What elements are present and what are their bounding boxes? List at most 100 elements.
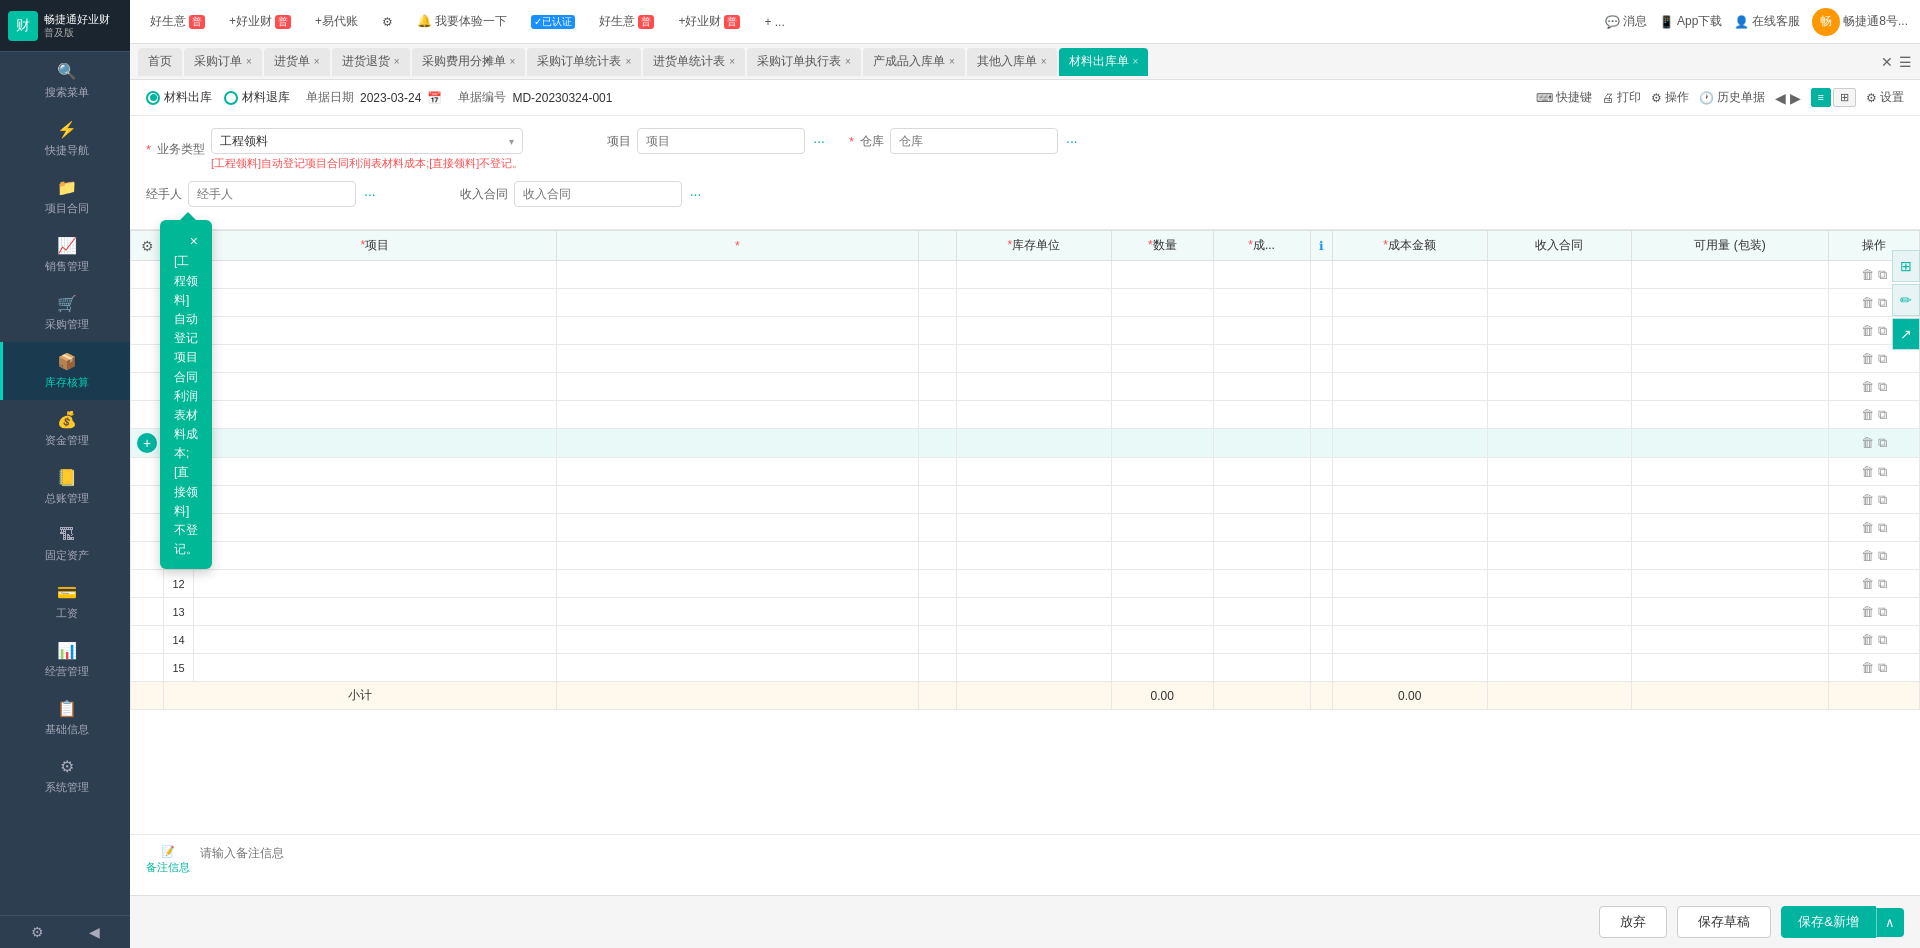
project-input[interactable] xyxy=(637,128,805,154)
copy-row-btn[interactable]: ⧉ xyxy=(1878,548,1887,564)
nav-haoshengyi2[interactable]: 好生意普 xyxy=(591,9,662,34)
tab-purchase-expense[interactable]: 采购费用分摊单 × xyxy=(412,48,526,76)
cell-available[interactable] xyxy=(1632,289,1828,317)
cell-unit[interactable] xyxy=(956,401,1111,429)
right-icon-3[interactable]: ↗ xyxy=(1892,318,1920,350)
save-draft-btn[interactable]: 保存草稿 xyxy=(1677,906,1771,938)
save-new-arrow-btn[interactable]: ∧ xyxy=(1876,908,1904,937)
active-project-input[interactable] xyxy=(200,436,550,450)
cell-available[interactable] xyxy=(1632,401,1828,429)
nav-haoshengyi[interactable]: 好生意普 xyxy=(142,9,213,34)
copy-row-btn[interactable]: ⧉ xyxy=(1878,632,1887,648)
cell-project[interactable] xyxy=(194,289,557,317)
nav-more[interactable]: + ... xyxy=(756,11,792,33)
delete-row-btn[interactable]: 🗑 xyxy=(1861,407,1874,423)
handler-dots-btn[interactable]: ··· xyxy=(364,186,376,202)
copy-row-btn[interactable]: ⧉ xyxy=(1878,351,1887,367)
cell-cost-amount[interactable] xyxy=(1332,317,1487,345)
table-settings-icon[interactable]: ⚙ xyxy=(141,238,154,254)
sidebar-item-management[interactable]: 📊 经营管理 xyxy=(0,631,130,689)
cell-unit[interactable] xyxy=(956,261,1111,289)
tab-order-exec[interactable]: 采购订单执行表 × xyxy=(747,48,861,76)
copy-row-btn[interactable]: ⧉ xyxy=(1878,435,1887,451)
nav-yidaizhang[interactable]: +易代账 xyxy=(307,9,366,34)
cell-spec[interactable] xyxy=(919,373,957,401)
discard-btn[interactable]: 放弃 xyxy=(1599,906,1667,938)
next-arrow[interactable]: ▶ xyxy=(1790,90,1801,106)
cell-cost[interactable] xyxy=(1213,429,1310,458)
close-tab-other-in[interactable]: × xyxy=(1041,56,1047,67)
sidebar-item-sales[interactable]: 📈 销售管理 xyxy=(0,226,130,284)
cell-project[interactable] xyxy=(194,345,557,373)
cell-spec[interactable] xyxy=(919,401,957,429)
cell-material[interactable] xyxy=(556,373,919,401)
cell-unit[interactable] xyxy=(956,429,1111,458)
nav-settings-gear[interactable]: ⚙ xyxy=(374,11,401,33)
tab-other-in[interactable]: 其他入库单 × xyxy=(967,48,1057,76)
cell-available[interactable] xyxy=(1632,317,1828,345)
cell-income-contract[interactable] xyxy=(1487,261,1632,289)
sidebar-item-basic[interactable]: 📋 基础信息 xyxy=(0,689,130,747)
tooltip-close-btn[interactable]: × xyxy=(190,230,198,252)
notes-textarea[interactable] xyxy=(200,845,1904,885)
copy-row-btn[interactable]: ⧉ xyxy=(1878,520,1887,536)
cell-quantity[interactable] xyxy=(1111,289,1213,317)
sidebar-item-quick-nav[interactable]: ⚡ 快捷导航 xyxy=(0,110,130,168)
delete-row-btn[interactable]: 🗑 xyxy=(1861,351,1874,367)
copy-row-btn[interactable]: ⧉ xyxy=(1878,604,1887,620)
cell-cost[interactable] xyxy=(1213,261,1310,289)
cell-cost-amount[interactable] xyxy=(1332,429,1487,458)
print-btn[interactable]: 🖨 打印 xyxy=(1602,89,1641,106)
delete-row-btn[interactable]: 🗑 xyxy=(1861,492,1874,508)
cell-income-contract[interactable] xyxy=(1487,289,1632,317)
warehouse-dots-btn[interactable]: ··· xyxy=(1066,133,1078,149)
sidebar-item-inventory[interactable]: 📦 库存核算 xyxy=(0,342,130,400)
tab-purchase-stat[interactable]: 采购订单统计表 × xyxy=(527,48,641,76)
save-new-btn[interactable]: 保存&新增 xyxy=(1781,906,1876,938)
active-material-input[interactable] xyxy=(563,436,913,450)
close-tab-purchase-stat[interactable]: × xyxy=(625,56,631,67)
calendar-icon[interactable]: 📅 xyxy=(427,91,442,105)
close-tab-incoming[interactable]: × xyxy=(314,56,320,67)
delete-row-btn[interactable]: 🗑 xyxy=(1861,520,1874,536)
nav-haoyecai2[interactable]: +好业财普 xyxy=(670,9,748,34)
cell-material[interactable] xyxy=(556,401,919,429)
copy-row-btn[interactable]: ⧉ xyxy=(1878,576,1887,592)
handler-input[interactable] xyxy=(188,181,356,207)
sidebar-item-salary[interactable]: 💳 工资 xyxy=(0,573,130,631)
cell-cost[interactable] xyxy=(1213,317,1310,345)
delete-row-btn[interactable]: 🗑 xyxy=(1861,660,1874,676)
cell-material[interactable] xyxy=(556,429,919,458)
tab-incoming[interactable]: 进货单 × xyxy=(264,48,330,76)
cell-project[interactable] xyxy=(194,317,557,345)
close-all-btn[interactable]: ✕ xyxy=(1881,54,1893,70)
cell-available[interactable] xyxy=(1632,429,1828,458)
cell-available[interactable] xyxy=(1632,345,1828,373)
settings-form-btn[interactable]: ⚙ 设置 xyxy=(1866,89,1904,106)
cell-cost[interactable] xyxy=(1213,289,1310,317)
close-tab-material-out[interactable]: × xyxy=(1133,56,1139,67)
tab-material-out[interactable]: 材料出库单 × xyxy=(1059,48,1149,76)
cell-quantity[interactable] xyxy=(1111,261,1213,289)
cell-cost-amount[interactable] xyxy=(1332,261,1487,289)
cell-material[interactable] xyxy=(556,458,919,486)
cell-cost-amount[interactable] xyxy=(1332,373,1487,401)
cell-cost-amount[interactable] xyxy=(1332,345,1487,373)
close-tab-incoming-return[interactable]: × xyxy=(394,56,400,67)
cell-cost-amount[interactable] xyxy=(1332,401,1487,429)
cell-cost-amount[interactable] xyxy=(1332,289,1487,317)
sidebar-item-finance[interactable]: 💰 资金管理 xyxy=(0,400,130,458)
cell-income-contract[interactable] xyxy=(1487,373,1632,401)
delete-row-btn[interactable]: 🗑 xyxy=(1861,576,1874,592)
cell-income-contract[interactable] xyxy=(1487,401,1632,429)
sidebar-item-search[interactable]: 🔍 搜索菜单 xyxy=(0,52,130,110)
cell-spec[interactable] xyxy=(919,317,957,345)
cell-project[interactable] xyxy=(194,261,557,289)
cell-cost[interactable] xyxy=(1213,401,1310,429)
close-tab-expense[interactable]: × xyxy=(510,56,516,67)
right-icon-1[interactable]: ⊞ xyxy=(1892,250,1920,282)
tab-incoming-stat[interactable]: 进货单统计表 × xyxy=(643,48,745,76)
cell-project[interactable] xyxy=(194,373,557,401)
nav-haoyecai[interactable]: +好业财普 xyxy=(221,9,299,34)
project-dots-btn[interactable]: ··· xyxy=(813,133,825,149)
